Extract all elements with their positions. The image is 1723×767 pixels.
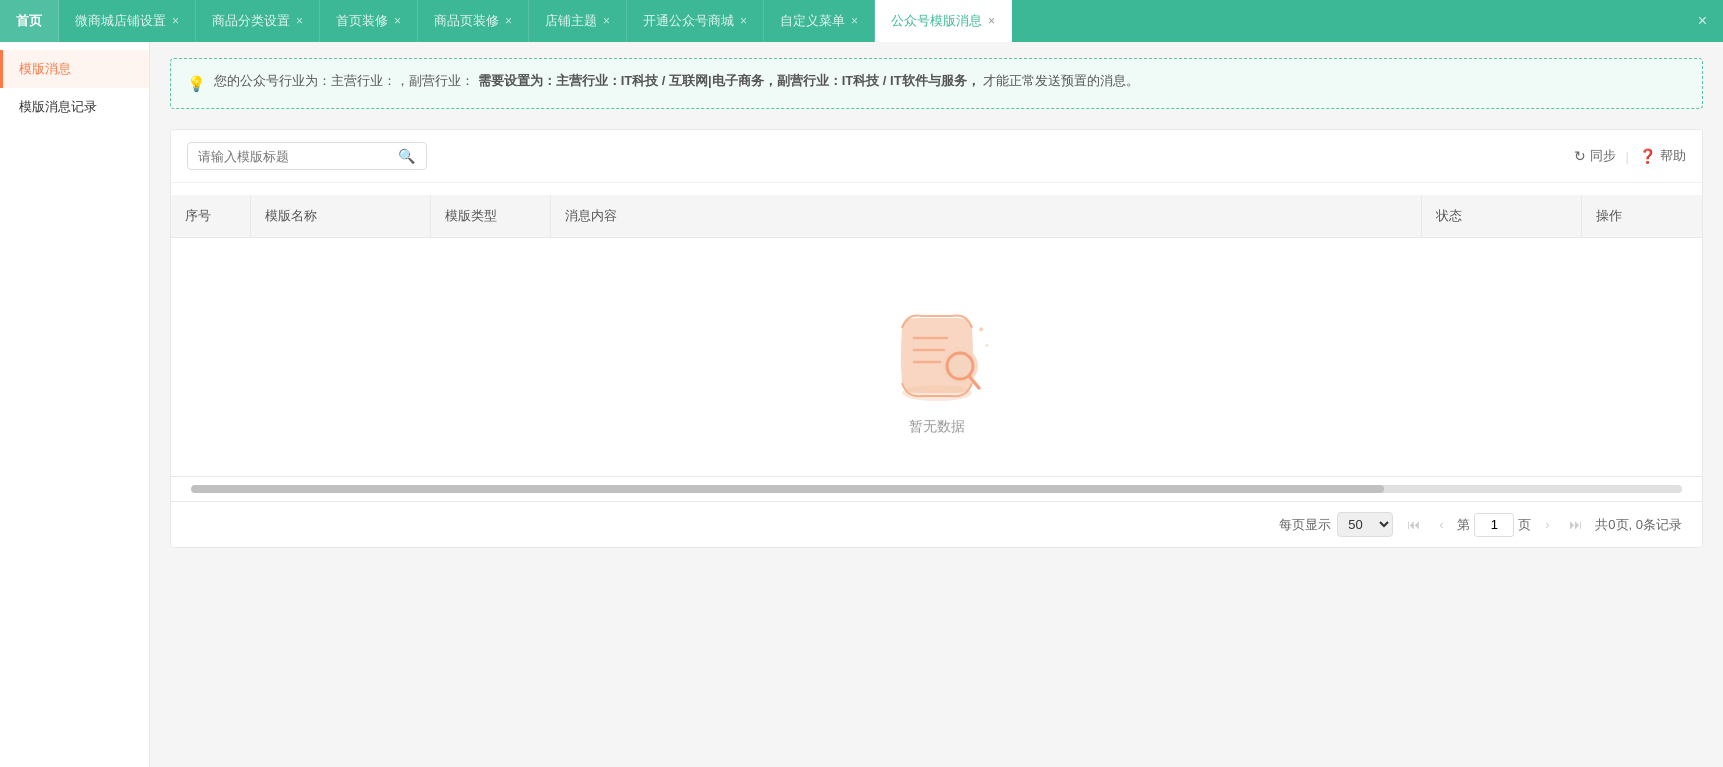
page-size-dropdown[interactable]: 10 20 50 100 [1337, 512, 1393, 537]
th-type: 模版类型 [431, 195, 551, 237]
pagination: 每页显示 10 20 50 100 ⏮ ‹ 第 页 [171, 501, 1702, 547]
prev-page-button[interactable]: ‹ [1429, 513, 1453, 537]
tab-home-label: 首页 [16, 12, 42, 30]
th-action: 操作 [1582, 195, 1702, 237]
tab-store-theme-close[interactable]: × [603, 15, 610, 27]
page-label: 第 [1457, 516, 1470, 534]
total-info: 共0页, 0条记录 [1595, 516, 1682, 534]
tab-store-settings-label: 微商城店铺设置 [75, 12, 166, 30]
tab-template-msg[interactable]: 公众号模版消息 × [875, 0, 1012, 42]
tab-template-msg-close[interactable]: × [988, 15, 995, 27]
tab-open-mall[interactable]: 开通公众号商城 × [627, 0, 764, 42]
empty-illustration: ✦ ✦ [872, 298, 1002, 418]
page-navigation: ⏮ ‹ 第 页 › ⏭ [1401, 513, 1587, 537]
sidebar-item-template-record-label: 模版消息记录 [19, 99, 97, 114]
page-size-label: 每页显示 [1279, 516, 1331, 534]
notice-highlight: 需要设置为：主营行业：IT科技 / 互联网|电子商务，副营行业：IT科技 / I… [478, 73, 980, 88]
tab-store-theme[interactable]: 店铺主题 × [529, 0, 627, 42]
empty-text: 暂无数据 [909, 418, 965, 436]
tab-open-mall-close[interactable]: × [740, 15, 747, 27]
notice-text-after: 才能正常发送预置的消息。 [983, 73, 1139, 88]
tab-template-msg-label: 公众号模版消息 [891, 12, 982, 30]
search-input[interactable] [198, 149, 398, 164]
search-button[interactable]: 🔍 [398, 148, 415, 164]
sidebar: 模版消息 模版消息记录 [0, 42, 150, 767]
th-content: 消息内容 [551, 195, 1422, 237]
help-button[interactable]: ❓ 帮助 [1639, 147, 1686, 165]
th-seq: 序号 [171, 195, 251, 237]
sidebar-item-template-msg[interactable]: 模版消息 [0, 50, 149, 88]
scrollbar-thumb[interactable] [191, 485, 1384, 493]
tab-bar: 首页 微商城店铺设置 × 商品分类设置 × 首页装修 × 商品页装修 × 店铺主… [0, 0, 1723, 42]
help-label: 帮助 [1660, 147, 1686, 165]
search-input-wrap[interactable]: 🔍 [187, 142, 427, 170]
tab-store-settings-close[interactable]: × [172, 15, 179, 27]
table-header: 序号 模版名称 模版类型 消息内容 状态 操作 [171, 195, 1702, 238]
tab-custom-menu[interactable]: 自定义菜单 × [764, 0, 875, 42]
last-page-button[interactable]: ⏭ [1563, 513, 1587, 537]
tab-custom-menu-close[interactable]: × [851, 15, 858, 27]
search-bar: 🔍 ↻ 同步 | ❓ 帮助 [171, 130, 1702, 183]
page-input-group: 第 页 [1457, 513, 1531, 537]
tab-product-decor-close[interactable]: × [505, 15, 512, 27]
window-close-button[interactable]: × [1682, 12, 1723, 30]
tab-product-category-label: 商品分类设置 [212, 12, 290, 30]
notice-banner: 💡 您的公众号行业为：主营行业：，副营行业： 需要设置为：主营行业：IT科技 /… [170, 58, 1703, 109]
help-icon: ❓ [1639, 148, 1656, 164]
first-page-button[interactable]: ⏮ [1401, 513, 1425, 537]
sidebar-item-template-record[interactable]: 模版消息记录 [0, 88, 149, 126]
svg-text:✦: ✦ [984, 342, 990, 349]
empty-state: ✦ ✦ 暂无数据 [171, 238, 1702, 476]
tab-home-decor[interactable]: 首页装修 × [320, 0, 418, 42]
sync-icon: ↻ [1574, 148, 1586, 164]
tab-home-decor-label: 首页装修 [336, 12, 388, 30]
th-name: 模版名称 [251, 195, 431, 237]
main-layout: 模版消息 模版消息记录 💡 您的公众号行业为：主营行业：，副营行业： 需要设置为… [0, 42, 1723, 767]
tab-custom-menu-label: 自定义菜单 [780, 12, 845, 30]
tab-store-settings[interactable]: 微商城店铺设置 × [59, 0, 196, 42]
tab-home[interactable]: 首页 [0, 0, 59, 42]
table-container: 🔍 ↻ 同步 | ❓ 帮助 序号 模版名称 模版 [170, 129, 1703, 548]
th-status: 状态 [1422, 195, 1582, 237]
scrollbar-area [171, 476, 1702, 501]
next-page-button[interactable]: › [1535, 513, 1559, 537]
page-size-select: 每页显示 10 20 50 100 [1279, 512, 1393, 537]
tab-product-decor[interactable]: 商品页装修 × [418, 0, 529, 42]
sync-button[interactable]: ↻ 同步 [1574, 147, 1616, 165]
notice-text-before: 您的公众号行业为：主营行业：，副营行业： [214, 73, 474, 88]
tab-home-decor-close[interactable]: × [394, 15, 401, 27]
sync-label: 同步 [1590, 147, 1616, 165]
svg-text:✦: ✦ [977, 324, 985, 335]
tab-product-category-close[interactable]: × [296, 15, 303, 27]
page-suffix: 页 [1518, 516, 1531, 534]
toolbar-right: ↻ 同步 | ❓ 帮助 [1574, 147, 1686, 165]
notice-text: 您的公众号行业为：主营行业：，副营行业： 需要设置为：主营行业：IT科技 / 互… [214, 71, 1139, 92]
tab-product-category[interactable]: 商品分类设置 × [196, 0, 320, 42]
tab-open-mall-label: 开通公众号商城 [643, 12, 734, 30]
sidebar-item-template-msg-label: 模版消息 [19, 61, 71, 76]
tab-product-decor-label: 商品页装修 [434, 12, 499, 30]
notice-icon: 💡 [187, 72, 206, 96]
horizontal-scrollbar[interactable] [191, 485, 1682, 493]
page-number-input[interactable] [1474, 513, 1514, 537]
tab-store-theme-label: 店铺主题 [545, 12, 597, 30]
toolbar-divider: | [1626, 149, 1629, 164]
content-area: 💡 您的公众号行业为：主营行业：，副营行业： 需要设置为：主营行业：IT科技 /… [150, 42, 1723, 767]
